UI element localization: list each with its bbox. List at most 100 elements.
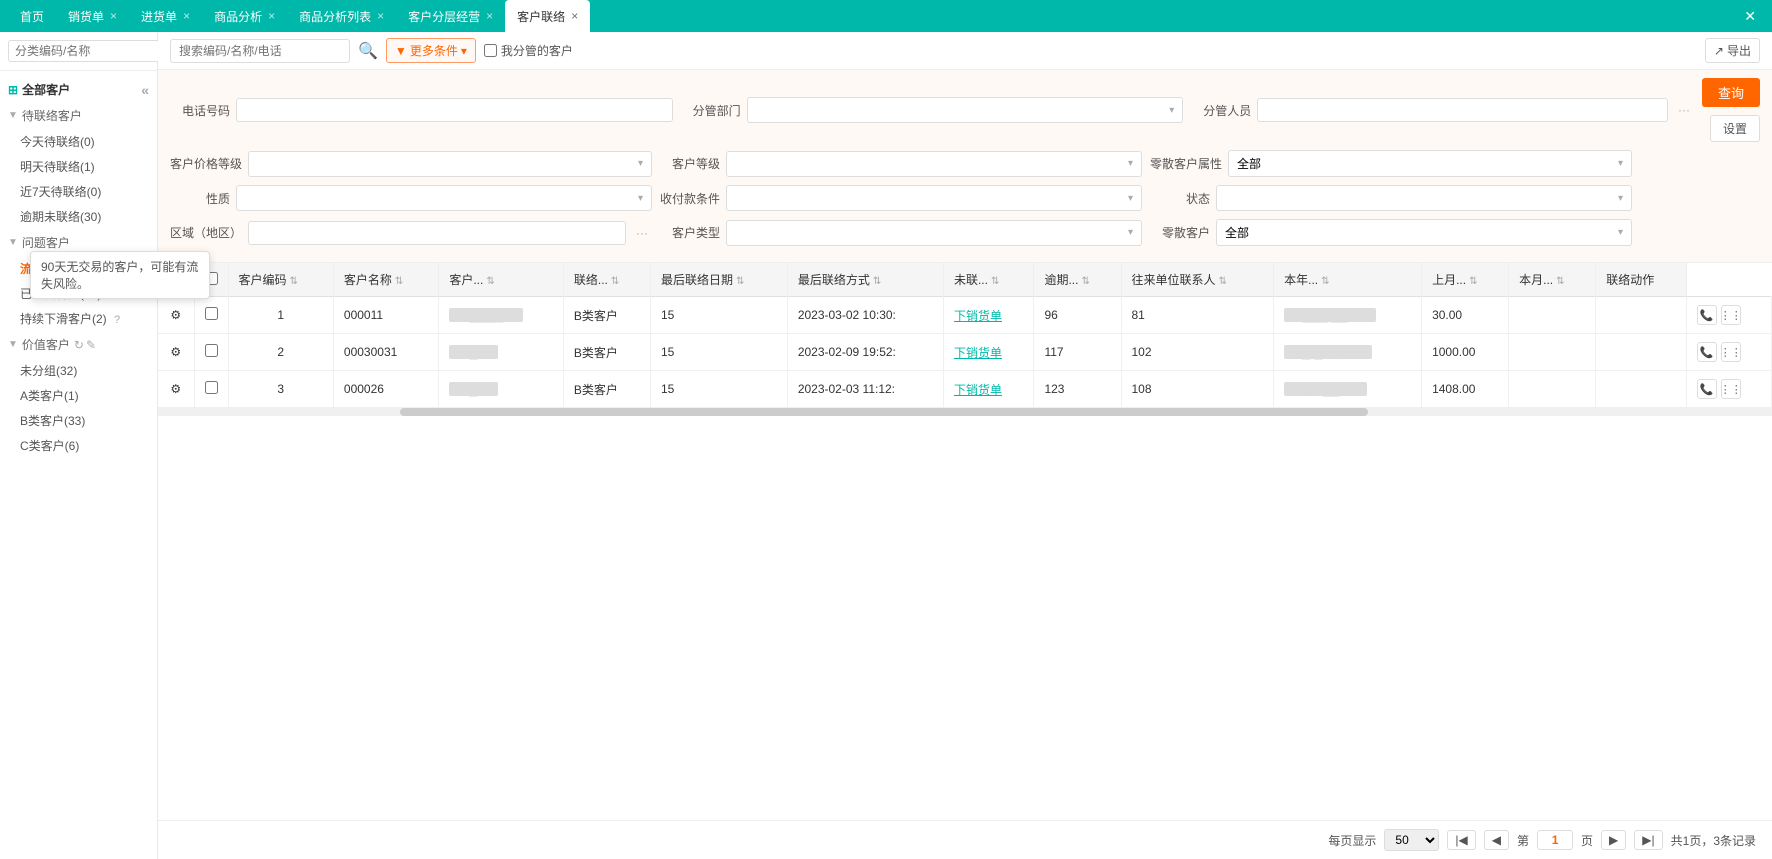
- sidebar-search-input[interactable]: [8, 40, 177, 62]
- filter-customer-level-select[interactable]: ▾: [726, 151, 1142, 177]
- tab-close-purchase[interactable]: ×: [183, 9, 190, 23]
- row-settings[interactable]: ⚙: [158, 297, 194, 334]
- export-icon: ↗: [1714, 44, 1724, 58]
- tab-close-analysis[interactable]: ×: [268, 9, 275, 23]
- sidebar-item-ungroup[interactable]: 未分组(32): [0, 358, 157, 383]
- th-type[interactable]: 客户...⇅: [439, 263, 564, 297]
- tab-close-customer-contact[interactable]: ×: [571, 9, 578, 23]
- last-method-link[interactable]: 下销货单: [954, 309, 1002, 323]
- last-method-link[interactable]: 下销货单: [954, 346, 1002, 360]
- row-last-method[interactable]: 下销货单: [943, 297, 1033, 334]
- th-last-date[interactable]: 最后联络日期⇅: [650, 263, 787, 297]
- filter-retail-customer-select[interactable]: 全部 ▾: [1216, 219, 1632, 246]
- action-more-icon[interactable]: ⋮⋮: [1721, 342, 1741, 362]
- filter-retail-attr-select[interactable]: 全部 ▾: [1228, 150, 1632, 177]
- filter-cell-payment: 收付款条件 ▾: [660, 185, 1142, 211]
- refresh-icon[interactable]: ↻: [74, 338, 84, 352]
- filter-status-select[interactable]: ▾: [1216, 185, 1632, 211]
- sidebar-all-customers[interactable]: ⊞ 全部客户 «: [0, 77, 157, 102]
- tab-bar-close-all[interactable]: ✕: [1736, 8, 1764, 25]
- tab-close-customer-tier[interactable]: ×: [486, 9, 493, 23]
- sidebar-item-7days[interactable]: 近7天待联络(0): [0, 179, 157, 204]
- tab-close-sales[interactable]: ×: [110, 9, 117, 23]
- tab-home[interactable]: 首页: [8, 0, 56, 32]
- filter-search-button[interactable]: 🔍: [358, 41, 378, 61]
- last-page-button[interactable]: ▶|: [1634, 830, 1662, 850]
- tab-analysis-list[interactable]: 商品分析列表 ×: [287, 0, 396, 32]
- tab-customer-contact[interactable]: 客户联络 ×: [505, 0, 590, 32]
- settings-button[interactable]: 设置: [1710, 115, 1760, 142]
- row-checkbox-cell[interactable]: [194, 334, 228, 371]
- row-last-date: 2023-03-02 10:30:: [787, 297, 943, 334]
- filter-dept-select[interactable]: ▾: [747, 97, 1184, 123]
- next-page-button[interactable]: ▶: [1601, 830, 1626, 850]
- th-this-year[interactable]: 本年...⇅: [1274, 263, 1422, 297]
- filter-more-conditions-button[interactable]: ▼ 更多条件 ▾: [386, 38, 476, 63]
- sidebar-item-tomorrow[interactable]: 明天待联络(1): [0, 154, 157, 179]
- sidebar-item-today[interactable]: 今天待联络(0): [0, 129, 157, 154]
- manager-more-icon[interactable]: ···: [1674, 103, 1694, 117]
- filter-price-level-select[interactable]: ▾: [248, 151, 652, 177]
- row-checkbox[interactable]: [205, 344, 218, 357]
- filter-gender-select[interactable]: ▾: [236, 185, 652, 211]
- sidebar-item-a-class[interactable]: A类客户(1): [0, 383, 157, 408]
- action-more-icon[interactable]: ⋮⋮: [1721, 305, 1741, 325]
- row-checkbox[interactable]: [205, 307, 218, 320]
- tab-analysis[interactable]: 商品分析 ×: [202, 0, 287, 32]
- region-more-icon[interactable]: ···: [632, 226, 652, 240]
- action-phone-icon[interactable]: 📞: [1697, 379, 1717, 399]
- sidebar-item-overdue[interactable]: 逾期未联络(30): [0, 204, 157, 229]
- th-contact-count[interactable]: 联络...⇅: [563, 263, 650, 297]
- tab-sales[interactable]: 销货单 ×: [56, 0, 129, 32]
- filter-phone-input[interactable]: [236, 98, 673, 122]
- sidebar-collapse-btn[interactable]: «: [141, 82, 149, 98]
- first-page-button[interactable]: |◀: [1447, 830, 1475, 850]
- sidebar-group-value[interactable]: ▼ 价值客户 ↻ ✎: [0, 331, 157, 358]
- th-name[interactable]: 客户名称⇅: [333, 263, 438, 297]
- row-settings[interactable]: ⚙: [158, 334, 194, 371]
- prev-page-button[interactable]: ◀: [1484, 830, 1509, 850]
- row-checkbox[interactable]: [205, 381, 218, 394]
- page-number-input[interactable]: [1537, 830, 1573, 850]
- action-more-icon[interactable]: ⋮⋮: [1721, 379, 1741, 399]
- th-unit-contact[interactable]: 往来单位联系人⇅: [1121, 263, 1274, 297]
- my-customers-checkbox[interactable]: [484, 44, 497, 57]
- tab-close-analysis-list[interactable]: ×: [377, 9, 384, 23]
- filter-search-input[interactable]: [170, 39, 350, 63]
- tab-purchase[interactable]: 进货单 ×: [129, 0, 202, 32]
- sort-lmonth-icon: ⇅: [1469, 276, 1477, 287]
- action-phone-icon[interactable]: 📞: [1697, 342, 1717, 362]
- sidebar-item-c-class[interactable]: C类客户(6): [0, 433, 157, 458]
- th-overdue[interactable]: 逾期...⇅: [1034, 263, 1121, 297]
- th-unlisted[interactable]: 未联...⇅: [943, 263, 1033, 297]
- th-this-month[interactable]: 本月...⇅: [1509, 263, 1596, 297]
- row-checkbox-cell[interactable]: [194, 371, 228, 408]
- edit-icon-value[interactable]: ✎: [86, 338, 96, 352]
- scrollbar-thumb[interactable]: [400, 408, 1368, 416]
- export-button[interactable]: ↗ 导出: [1705, 38, 1760, 63]
- horizontal-scrollbar[interactable]: [158, 408, 1772, 416]
- sidebar-group-pending[interactable]: ▼ 待联络客户: [0, 102, 157, 129]
- my-customers-checkbox-label[interactable]: 我分管的客户: [484, 42, 573, 59]
- query-button[interactable]: 查询: [1702, 78, 1760, 107]
- tab-customer-tier[interactable]: 客户分层经营 ×: [396, 0, 505, 32]
- filter-region-input[interactable]: [248, 221, 626, 245]
- action-phone-icon[interactable]: 📞: [1697, 305, 1717, 325]
- th-code[interactable]: 客户编码⇅: [228, 263, 333, 297]
- filter-payment-select[interactable]: ▾: [726, 185, 1142, 211]
- row-checkbox-cell[interactable]: [194, 297, 228, 334]
- th-last-month[interactable]: 上月...⇅: [1422, 263, 1509, 297]
- row-overdue: 108: [1121, 371, 1274, 408]
- filter-cell-customer-level: 客户等级 ▾: [660, 151, 1142, 177]
- th-last-method[interactable]: 最后联络方式⇅: [787, 263, 943, 297]
- sidebar-item-b-class[interactable]: B类客户(33): [0, 408, 157, 433]
- filter-customer-type-select[interactable]: ▾: [726, 220, 1142, 246]
- row-settings[interactable]: ⚙: [158, 371, 194, 408]
- sidebar-item-declining[interactable]: 持续下滑客户(2) ?: [0, 306, 157, 331]
- per-page-select[interactable]: 50 20 100: [1384, 829, 1439, 851]
- row-last-method[interactable]: 下销货单: [943, 334, 1033, 371]
- filter-manager-input[interactable]: [1257, 98, 1668, 122]
- total-info: 共1页，3条记录: [1671, 832, 1756, 849]
- last-method-link[interactable]: 下销货单: [954, 383, 1002, 397]
- row-last-method[interactable]: 下销货单: [943, 371, 1033, 408]
